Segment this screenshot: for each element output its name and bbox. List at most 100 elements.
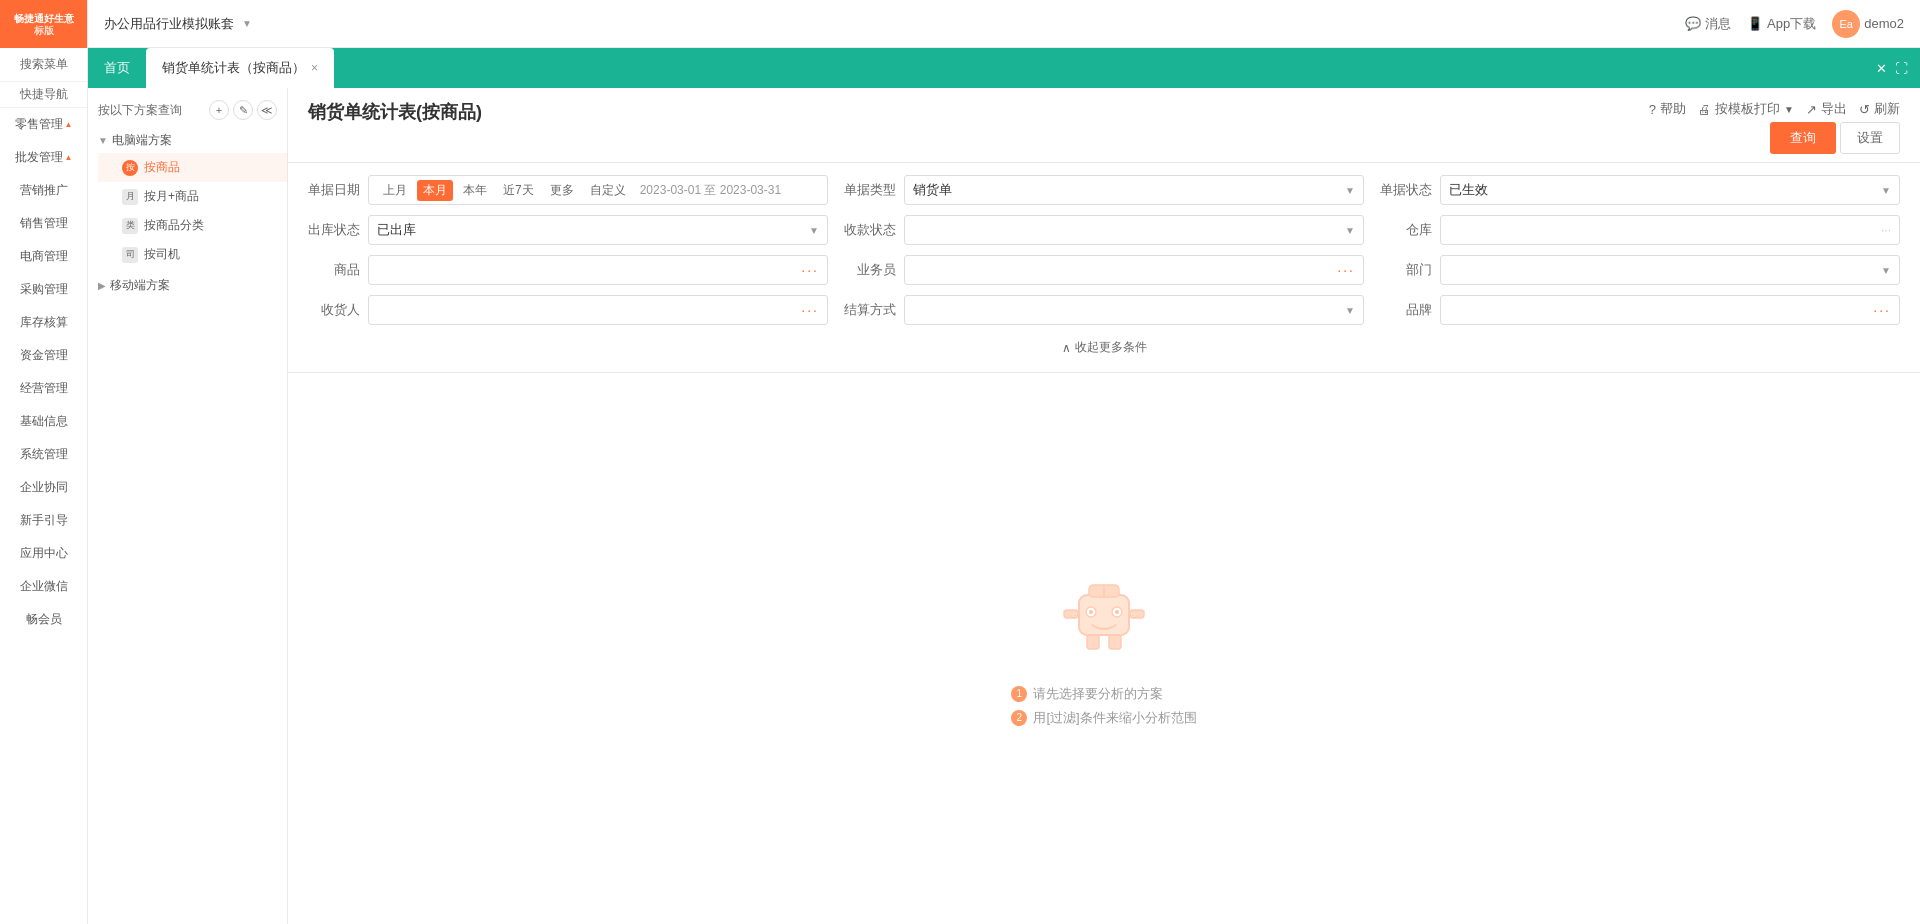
filter-row-2: 出库状态 已出库 ▼ 收款状态 ▼ 仓库 bbox=[308, 215, 1900, 245]
collapse-icon: ∧ bbox=[1062, 341, 1071, 355]
sidebar-item-system[interactable]: 系统管理 bbox=[0, 438, 87, 471]
help-icon: ? bbox=[1649, 102, 1656, 117]
svg-rect-10 bbox=[1109, 635, 1121, 649]
sidebar-item-operations[interactable]: 经营管理 bbox=[0, 372, 87, 405]
filter-field-doc-type: 单据类型 销货单 ▼ bbox=[844, 175, 1364, 205]
message-icon: 💬 bbox=[1685, 16, 1701, 31]
sidebar-item-wechat[interactable]: 企业微信 bbox=[0, 570, 87, 603]
warehouse-status-chevron-icon: ▼ bbox=[809, 225, 819, 236]
sidebar-item-retail[interactable]: 零售管理 bbox=[0, 108, 87, 141]
refresh-btn[interactable]: ↺ 刷新 bbox=[1859, 100, 1900, 118]
sidebar-item-purchase[interactable]: 采购管理 bbox=[0, 273, 87, 306]
scheme-item-by-goods[interactable]: 按 按商品 bbox=[98, 153, 287, 182]
left-panel-header: 按以下方案查询 + ✎ ≪ bbox=[88, 96, 287, 128]
sidebar-item-ecommerce[interactable]: 电商管理 bbox=[0, 240, 87, 273]
panel-actions: + ✎ ≪ bbox=[209, 100, 277, 120]
scheme-item-by-driver[interactable]: 司 按司机 bbox=[98, 240, 287, 269]
tab-right-icons: ✕ ⛶ bbox=[1876, 61, 1920, 76]
add-scheme-btn[interactable]: + bbox=[209, 100, 229, 120]
search-menu[interactable]: 搜索菜单 bbox=[0, 48, 87, 82]
svg-point-5 bbox=[1089, 610, 1093, 614]
print-icon: 🖨 bbox=[1698, 102, 1711, 117]
filter-area: 单据日期 上月 本月 本年 近7天 更多 自定义 2023-03-01 至 20… bbox=[288, 163, 1920, 373]
sidebar-item-inventory[interactable]: 库存核算 bbox=[0, 306, 87, 339]
date-btn-this-month[interactable]: 本月 bbox=[417, 180, 453, 201]
sidebar-item-sales[interactable]: 销售管理 bbox=[0, 207, 87, 240]
industry-name: 办公用品行业模拟账套 bbox=[104, 15, 234, 33]
date-btn-7days[interactable]: 近7天 bbox=[497, 180, 540, 201]
sidebar-item-apps[interactable]: 应用中心 bbox=[0, 537, 87, 570]
settlement-label: 结算方式 bbox=[844, 301, 904, 319]
receiver-input[interactable]: ··· bbox=[368, 295, 828, 325]
top-header: 办公用品行业模拟账套 ▼ 💬 消息 📱 App下载 Ea demo2 bbox=[88, 0, 1920, 48]
app-download-btn[interactable]: 📱 App下载 bbox=[1747, 15, 1816, 33]
date-btn-custom[interactable]: 自定义 bbox=[584, 180, 632, 201]
settlement-input[interactable]: ▼ bbox=[904, 295, 1364, 325]
sidebar-item-enterprise[interactable]: 企业协同 bbox=[0, 471, 87, 504]
main-area: 办公用品行业模拟账套 ▼ 💬 消息 📱 App下载 Ea demo2 首页 销货… bbox=[88, 0, 1920, 924]
dept-input[interactable]: ▼ bbox=[1440, 255, 1900, 285]
svg-point-6 bbox=[1115, 610, 1119, 614]
refresh-icon: ↺ bbox=[1859, 102, 1870, 117]
date-btn-more[interactable]: 更多 bbox=[544, 180, 580, 201]
tab-close-btn[interactable]: × bbox=[311, 61, 318, 75]
tab-home[interactable]: 首页 bbox=[88, 59, 146, 77]
filter-row-1: 单据日期 上月 本月 本年 近7天 更多 自定义 2023-03-01 至 20… bbox=[308, 175, 1900, 205]
sidebar-item-member[interactable]: 畅会员 bbox=[0, 603, 87, 636]
tab-active[interactable]: 销货单统计表（按商品） × bbox=[146, 48, 334, 88]
sidebar-item-basic[interactable]: 基础信息 bbox=[0, 405, 87, 438]
page-title-bar: 销货单统计表(按商品) ? 帮助 🖨 按模板打印 ▼ bbox=[288, 88, 1920, 163]
svg-rect-7 bbox=[1064, 610, 1078, 618]
sidebar-item-wholesale[interactable]: 批发管理 bbox=[0, 141, 87, 174]
tab-fullscreen-icon[interactable]: ⛶ bbox=[1895, 61, 1908, 76]
collapse-bar[interactable]: ∧ 收起更多条件 bbox=[308, 335, 1900, 360]
export-btn[interactable]: ↗ 导出 bbox=[1806, 100, 1847, 118]
filter-field-brand: 品牌 ··· bbox=[1380, 295, 1900, 325]
filter-field-payment-status: 收款状态 ▼ bbox=[844, 215, 1364, 245]
warehouse-status-input[interactable]: 已出库 ▼ bbox=[368, 215, 828, 245]
left-panel: 按以下方案查询 + ✎ ≪ ▼ 电脑端方案 按 按商品 bbox=[88, 88, 288, 924]
sales-input[interactable]: ··· bbox=[904, 255, 1364, 285]
date-btn-this-year[interactable]: 本年 bbox=[457, 180, 493, 201]
empty-illustration bbox=[1054, 565, 1154, 665]
doc-status-input[interactable]: 已生效 ▼ bbox=[1440, 175, 1900, 205]
tip-item-2: 2 用[过滤]条件来缩小分析范围 bbox=[1011, 709, 1196, 727]
scheme-group-header-mobile[interactable]: ▶ 移动端方案 bbox=[88, 273, 287, 298]
settings-button[interactable]: 设置 bbox=[1840, 122, 1900, 154]
quick-nav[interactable]: 快捷导航 bbox=[0, 82, 87, 108]
sales-dots: ··· bbox=[1337, 262, 1355, 278]
date-range-bar[interactable]: 上月 本月 本年 近7天 更多 自定义 2023-03-01 至 2023-03… bbox=[368, 175, 828, 205]
warehouse-status-label: 出库状态 bbox=[308, 221, 368, 239]
filter-field-sales: 业务员 ··· bbox=[844, 255, 1364, 285]
print-btn[interactable]: 🖨 按模板打印 ▼ bbox=[1698, 100, 1794, 118]
scheme-item-by-month-goods[interactable]: 月 按月+商品 bbox=[98, 182, 287, 211]
industry-dropdown-icon[interactable]: ▼ bbox=[242, 18, 252, 29]
sidebar-item-finance[interactable]: 资金管理 bbox=[0, 339, 87, 372]
doc-status-label: 单据状态 bbox=[1380, 181, 1440, 199]
scheme-item-by-category[interactable]: 类 按商品分类 bbox=[98, 211, 287, 240]
scheme-group-header-desktop[interactable]: ▼ 电脑端方案 bbox=[88, 128, 287, 153]
scheme-subgroup-desktop: 按 按商品 月 按月+商品 类 按商品分类 司 按司机 bbox=[88, 153, 287, 269]
brand-input[interactable]: ··· bbox=[1440, 295, 1900, 325]
user-area[interactable]: Ea demo2 bbox=[1832, 10, 1904, 38]
header-left: 办公用品行业模拟账套 ▼ bbox=[104, 15, 252, 33]
goods-input[interactable]: ··· bbox=[368, 255, 828, 285]
warehouse-input[interactable]: ··· bbox=[1440, 215, 1900, 245]
edit-scheme-btn[interactable]: ✎ bbox=[233, 100, 253, 120]
warehouse-dots: ··· bbox=[1881, 223, 1891, 237]
sidebar-item-marketing[interactable]: 营销推广 bbox=[0, 174, 87, 207]
app-logo: 畅捷通好生意 标版 bbox=[0, 0, 87, 48]
payment-status-input[interactable]: ▼ bbox=[904, 215, 1364, 245]
tab-close-window-icon[interactable]: ✕ bbox=[1876, 61, 1887, 76]
collapse-panel-btn[interactable]: ≪ bbox=[257, 100, 277, 120]
help-btn[interactable]: ? 帮助 bbox=[1649, 100, 1686, 118]
date-btn-last-month[interactable]: 上月 bbox=[377, 180, 413, 201]
sidebar-item-newbie[interactable]: 新手引导 bbox=[0, 504, 87, 537]
message-btn[interactable]: 💬 消息 bbox=[1685, 15, 1731, 33]
query-button[interactable]: 查询 bbox=[1770, 122, 1836, 154]
user-avatar: Ea bbox=[1832, 10, 1860, 38]
doc-type-input[interactable]: 销货单 ▼ bbox=[904, 175, 1364, 205]
doc-type-chevron-icon: ▼ bbox=[1345, 185, 1355, 196]
sidebar: 畅捷通好生意 标版 搜索菜单 快捷导航 零售管理 批发管理 营销推广 销售管理 … bbox=[0, 0, 88, 924]
doc-status-chevron-icon: ▼ bbox=[1881, 185, 1891, 196]
